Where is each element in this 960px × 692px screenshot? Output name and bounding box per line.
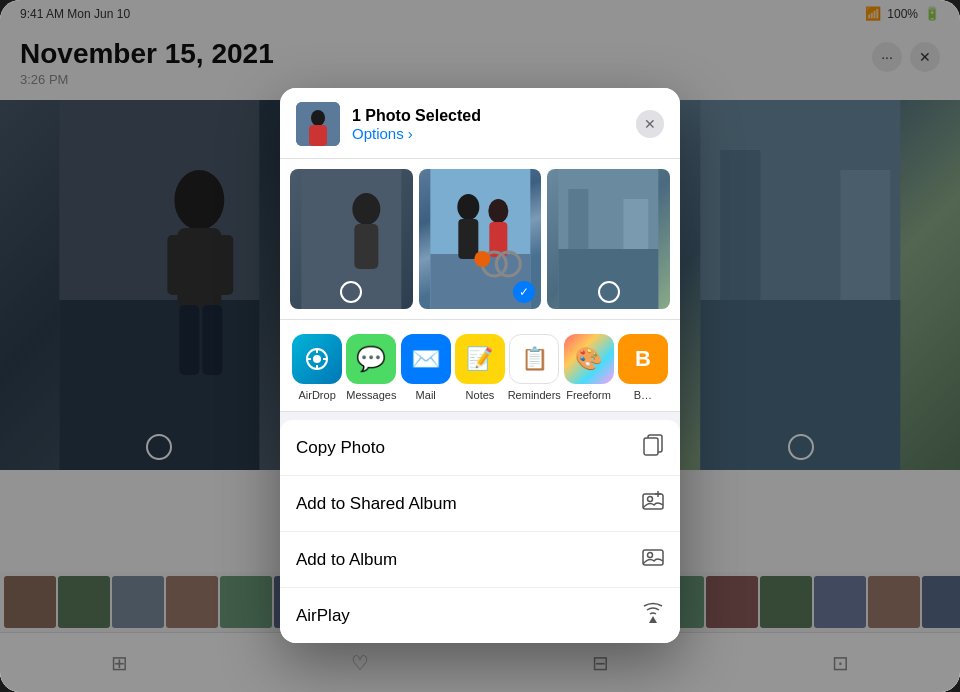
copy-photo-label: Copy Photo bbox=[296, 438, 385, 458]
airplay-label: AirPlay bbox=[296, 606, 350, 626]
share-thumbnail bbox=[296, 102, 340, 146]
share-photo-left[interactable] bbox=[290, 169, 413, 309]
svg-point-32 bbox=[311, 110, 325, 126]
add-shared-album-icon bbox=[642, 490, 664, 517]
more-app-icon: B bbox=[618, 334, 668, 384]
app-more[interactable]: B B… bbox=[617, 334, 669, 401]
share-sheet: 1 Photo Selected Options › ✕ bbox=[280, 88, 680, 643]
freeform-label: Freeform bbox=[566, 389, 611, 401]
messages-icon: 💬 bbox=[346, 334, 396, 384]
app-reminders[interactable]: 📋 Reminders bbox=[508, 334, 560, 401]
svg-rect-60 bbox=[643, 550, 663, 565]
freeform-icon: 🎨 bbox=[564, 334, 614, 384]
action-list: Copy Photo Add to Shared Album bbox=[280, 420, 680, 643]
action-copy-photo[interactable]: Copy Photo bbox=[280, 420, 680, 476]
ipad-frame: 9:41 AM Mon Jun 10 📶 100% 🔋 November 15,… bbox=[0, 0, 960, 692]
app-notes[interactable]: 📝 Notes bbox=[454, 334, 506, 401]
share-photo-center[interactable]: ✓ bbox=[419, 169, 542, 309]
add-album-label: Add to Album bbox=[296, 550, 397, 570]
svg-point-35 bbox=[352, 193, 380, 225]
add-album-icon bbox=[642, 546, 664, 573]
airdrop-icon bbox=[292, 334, 342, 384]
svg-rect-33 bbox=[309, 125, 327, 146]
share-photo-left-circle[interactable] bbox=[340, 281, 362, 303]
app-messages[interactable]: 💬 Messages bbox=[345, 334, 397, 401]
share-photo-right[interactable] bbox=[547, 169, 670, 309]
airdrop-label: AirDrop bbox=[298, 389, 335, 401]
share-title-block: 1 Photo Selected Options › bbox=[352, 107, 481, 142]
svg-point-59 bbox=[648, 497, 653, 502]
svg-rect-49 bbox=[624, 199, 649, 249]
action-add-album[interactable]: Add to Album bbox=[280, 532, 680, 588]
svg-point-51 bbox=[313, 355, 321, 363]
mail-label: Mail bbox=[416, 389, 436, 401]
copy-photo-icon bbox=[642, 434, 664, 461]
share-photo-right-circle[interactable] bbox=[598, 281, 620, 303]
apps-row: AirDrop 💬 Messages ✉️ Mail 📝 Notes 📋 Rem… bbox=[280, 320, 680, 412]
messages-label: Messages bbox=[346, 389, 396, 401]
more-app-label: B… bbox=[634, 389, 652, 401]
svg-rect-36 bbox=[354, 224, 378, 269]
svg-rect-40 bbox=[458, 219, 478, 259]
mail-icon: ✉️ bbox=[401, 334, 451, 384]
action-add-shared-album[interactable]: Add to Shared Album bbox=[280, 476, 680, 532]
svg-point-39 bbox=[457, 194, 479, 220]
svg-point-61 bbox=[648, 553, 653, 558]
notes-icon: 📝 bbox=[455, 334, 505, 384]
svg-rect-48 bbox=[569, 189, 589, 249]
reminders-label: Reminders bbox=[508, 389, 561, 401]
reminders-icon: 📋 bbox=[509, 334, 559, 384]
svg-point-41 bbox=[488, 199, 508, 223]
share-close-icon: ✕ bbox=[644, 116, 656, 132]
action-airplay[interactable]: AirPlay bbox=[280, 588, 680, 643]
airplay-icon bbox=[642, 602, 664, 629]
share-header: 1 Photo Selected Options › ✕ bbox=[280, 88, 680, 159]
app-mail[interactable]: ✉️ Mail bbox=[400, 334, 452, 401]
options-button[interactable]: Options › bbox=[352, 125, 413, 142]
options-chevron: › bbox=[408, 125, 413, 142]
share-header-left: 1 Photo Selected Options › bbox=[296, 102, 481, 146]
share-close-button[interactable]: ✕ bbox=[636, 110, 664, 138]
svg-point-45 bbox=[474, 251, 490, 267]
notes-label: Notes bbox=[466, 389, 495, 401]
add-shared-album-label: Add to Shared Album bbox=[296, 494, 457, 514]
svg-rect-58 bbox=[643, 494, 663, 509]
svg-rect-57 bbox=[644, 438, 658, 455]
app-freeform[interactable]: 🎨 Freeform bbox=[563, 334, 615, 401]
options-label: Options bbox=[352, 125, 404, 142]
share-count: 1 Photo Selected bbox=[352, 107, 481, 125]
app-airdrop[interactable]: AirDrop bbox=[291, 334, 343, 401]
share-photos-row: ✓ bbox=[280, 159, 680, 320]
svg-marker-62 bbox=[649, 616, 657, 623]
